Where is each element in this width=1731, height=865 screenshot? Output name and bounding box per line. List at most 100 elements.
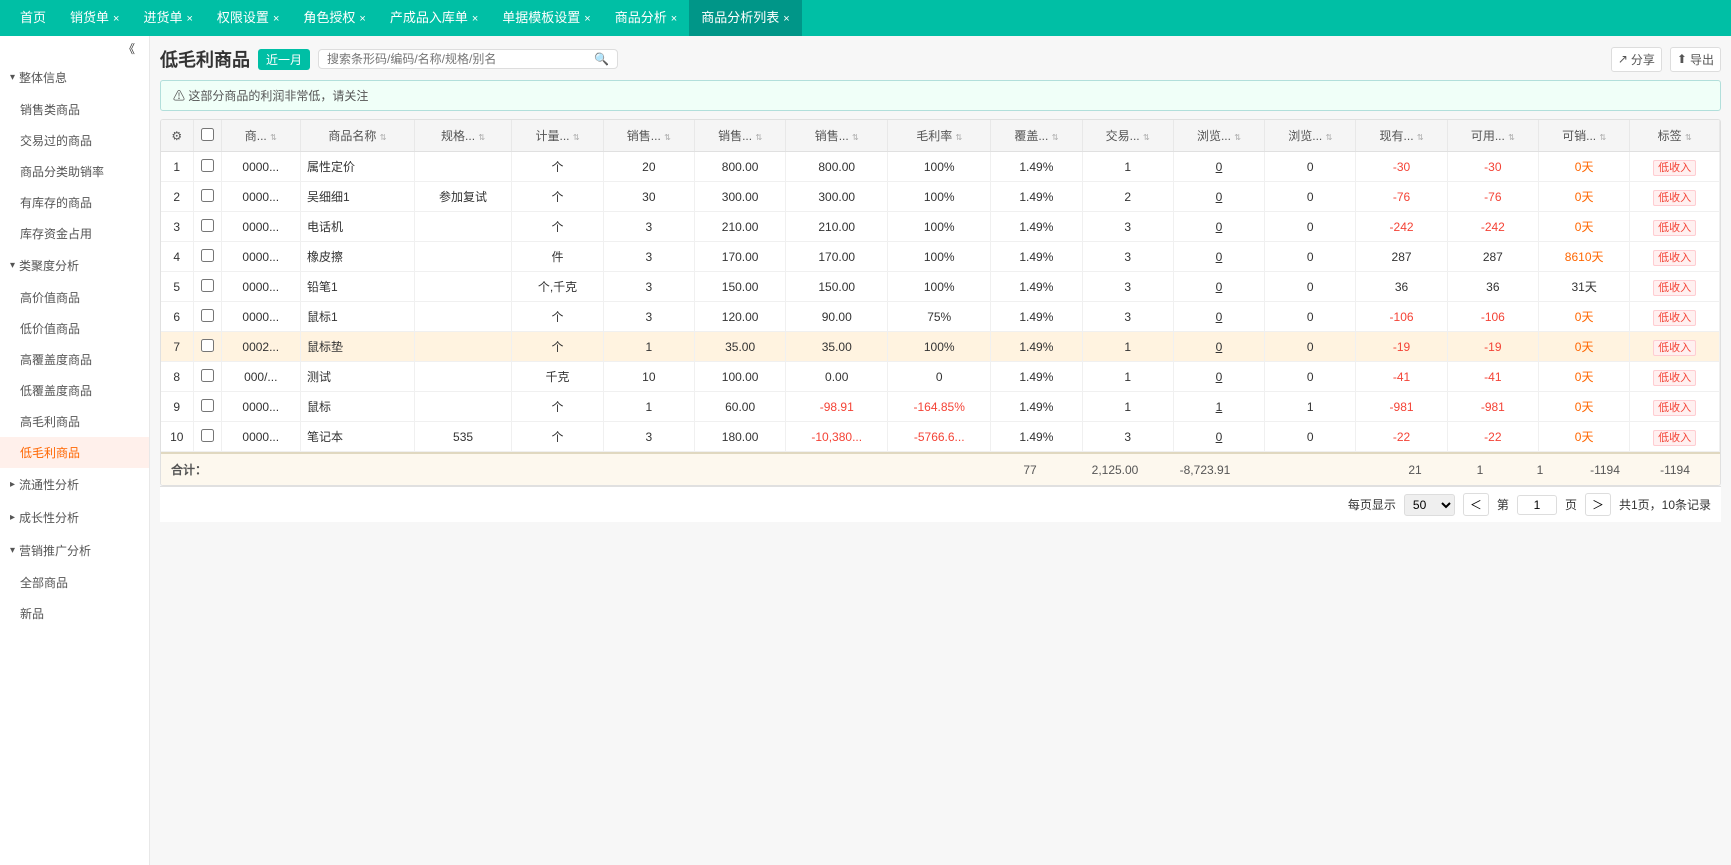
nav-product-analysis[interactable]: 商品分析×	[603, 0, 689, 36]
select-all-checkbox[interactable]	[201, 128, 214, 141]
col-sales-qty[interactable]: 销售... ⇅	[603, 120, 694, 152]
nav-template[interactable]: 单据模板设置×	[490, 0, 602, 36]
cell-browse1[interactable]: 1	[1173, 392, 1264, 422]
share-button[interactable]: ↗ 分享	[1611, 47, 1662, 72]
col-sales-price[interactable]: 销售... ⇅	[694, 120, 785, 152]
page-size-select[interactable]: 50 100 200	[1404, 494, 1455, 516]
nav-product-entry[interactable]: 产成品入库单×	[378, 0, 490, 36]
col-available[interactable]: 可用... ⇅	[1447, 120, 1538, 152]
row-checkbox[interactable]	[201, 399, 214, 412]
close-icon[interactable]: ×	[273, 13, 279, 25]
search-input[interactable]	[327, 52, 594, 66]
cell-browse1[interactable]: 0	[1173, 332, 1264, 362]
sidebar-item-stock-capital[interactable]: 库存资金占用	[0, 218, 149, 249]
sidebar-item-category-rate[interactable]: 商品分类助销率	[0, 156, 149, 187]
cell-unit: 个	[512, 212, 603, 242]
cell-current-stock: -242	[1356, 212, 1447, 242]
close-icon[interactable]: ×	[359, 13, 365, 25]
sidebar-item-high-margin[interactable]: 高毛利商品	[0, 406, 149, 437]
col-transaction[interactable]: 交易... ⇅	[1082, 120, 1173, 152]
sidebar-item-high-coverage[interactable]: 高覆盖度商品	[0, 344, 149, 375]
cell-browse1[interactable]: 0	[1173, 152, 1264, 182]
row-checkbox[interactable]	[201, 429, 214, 442]
col-sales-amount[interactable]: 销售... ⇅	[786, 120, 888, 152]
sidebar-item-new-products[interactable]: 新品	[0, 598, 149, 629]
cell-checkbox[interactable]	[193, 272, 221, 302]
cell-browse1[interactable]: 0	[1173, 422, 1264, 452]
row-checkbox[interactable]	[201, 309, 214, 322]
close-icon[interactable]: ×	[472, 13, 478, 25]
nav-product-analysis-list[interactable]: 商品分析列表×	[689, 0, 801, 36]
col-checkbox[interactable]	[193, 120, 221, 152]
cell-browse2: 0	[1265, 242, 1356, 272]
cell-checkbox[interactable]	[193, 182, 221, 212]
cell-checkbox[interactable]	[193, 392, 221, 422]
row-checkbox[interactable]	[201, 249, 214, 262]
col-coverage[interactable]: 覆盖... ⇅	[991, 120, 1082, 152]
sidebar-item-high-value[interactable]: 高价值商品	[0, 282, 149, 313]
sidebar-item-low-coverage[interactable]: 低覆盖度商品	[0, 375, 149, 406]
cell-browse1[interactable]: 0	[1173, 302, 1264, 332]
sidebar-item-low-margin[interactable]: 低毛利商品	[0, 437, 149, 468]
sidebar-item-stock-products[interactable]: 有库存的商品	[0, 187, 149, 218]
col-spec[interactable]: 规格... ⇅	[414, 120, 512, 152]
search-icon[interactable]: 🔍	[594, 52, 609, 66]
close-icon[interactable]: ×	[113, 13, 119, 25]
close-icon[interactable]: ×	[584, 13, 590, 25]
sidebar-group-circulation[interactable]: ▸ 流通性分析	[0, 468, 149, 501]
row-checkbox[interactable]	[201, 339, 214, 352]
col-current-stock[interactable]: 现有... ⇅	[1356, 120, 1447, 152]
sidebar-item-sales-products[interactable]: 销售类商品	[0, 94, 149, 125]
cell-browse1[interactable]: 0	[1173, 272, 1264, 302]
close-icon[interactable]: ×	[783, 13, 789, 25]
export-button[interactable]: ⬆ 导出	[1670, 47, 1721, 72]
row-checkbox[interactable]	[201, 159, 214, 172]
sidebar-item-traded-products[interactable]: 交易过的商品	[0, 125, 149, 156]
cell-name: 鼠标	[301, 392, 415, 422]
cell-browse1[interactable]: 0	[1173, 242, 1264, 272]
sidebar-group-marketing[interactable]: ▾ 营销推广分析	[0, 534, 149, 567]
cell-browse1[interactable]: 0	[1173, 182, 1264, 212]
col-code[interactable]: 商... ⇅	[221, 120, 301, 152]
cell-coverage: 1.49%	[991, 302, 1082, 332]
col-browse1[interactable]: 浏览... ⇅	[1173, 120, 1264, 152]
col-gross-margin[interactable]: 毛利率 ⇅	[888, 120, 991, 152]
row-checkbox[interactable]	[201, 369, 214, 382]
sidebar-item-low-value[interactable]: 低价值商品	[0, 313, 149, 344]
col-tag[interactable]: 标签 ⇅	[1630, 120, 1720, 152]
period-button[interactable]: 近一月	[258, 49, 310, 70]
col-browse2[interactable]: 浏览... ⇅	[1265, 120, 1356, 152]
cell-browse1[interactable]: 0	[1173, 362, 1264, 392]
sidebar-item-all-products[interactable]: 全部商品	[0, 567, 149, 598]
nav-sales[interactable]: 销货单×	[58, 0, 131, 36]
sidebar-group-overall[interactable]: ▾ 整体信息	[0, 61, 149, 94]
sidebar-group-growth[interactable]: ▸ 成长性分析	[0, 501, 149, 534]
col-sellable[interactable]: 可销... ⇅	[1539, 120, 1630, 152]
nav-home[interactable]: 首页	[8, 0, 58, 36]
close-icon[interactable]: ×	[186, 13, 192, 25]
row-checkbox[interactable]	[201, 219, 214, 232]
cell-browse1[interactable]: 0	[1173, 212, 1264, 242]
col-name[interactable]: 商品名称 ⇅	[301, 120, 415, 152]
cell-checkbox[interactable]	[193, 212, 221, 242]
cell-checkbox[interactable]	[193, 362, 221, 392]
close-icon[interactable]: ×	[671, 13, 677, 25]
row-checkbox[interactable]	[201, 189, 214, 202]
nav-role[interactable]: 角色授权×	[291, 0, 377, 36]
row-checkbox[interactable]	[201, 279, 214, 292]
prev-page-button[interactable]: ＜	[1463, 493, 1489, 516]
sidebar-group-cluster[interactable]: ▾ 类聚度分析	[0, 249, 149, 282]
col-unit[interactable]: 计量... ⇅	[512, 120, 603, 152]
next-page-button[interactable]: ＞	[1585, 493, 1611, 516]
cell-checkbox[interactable]	[193, 152, 221, 182]
cell-checkbox[interactable]	[193, 422, 221, 452]
page-number-input[interactable]	[1517, 495, 1557, 515]
nav-permission[interactable]: 权限设置×	[205, 0, 291, 36]
col-settings[interactable]: ⚙	[161, 120, 193, 152]
cell-current-stock: -76	[1356, 182, 1447, 212]
cell-checkbox[interactable]	[193, 242, 221, 272]
cell-checkbox[interactable]	[193, 302, 221, 332]
sidebar-collapse-button[interactable]: 《	[115, 38, 143, 60]
cell-checkbox[interactable]	[193, 332, 221, 362]
nav-purchase[interactable]: 进货单×	[131, 0, 204, 36]
